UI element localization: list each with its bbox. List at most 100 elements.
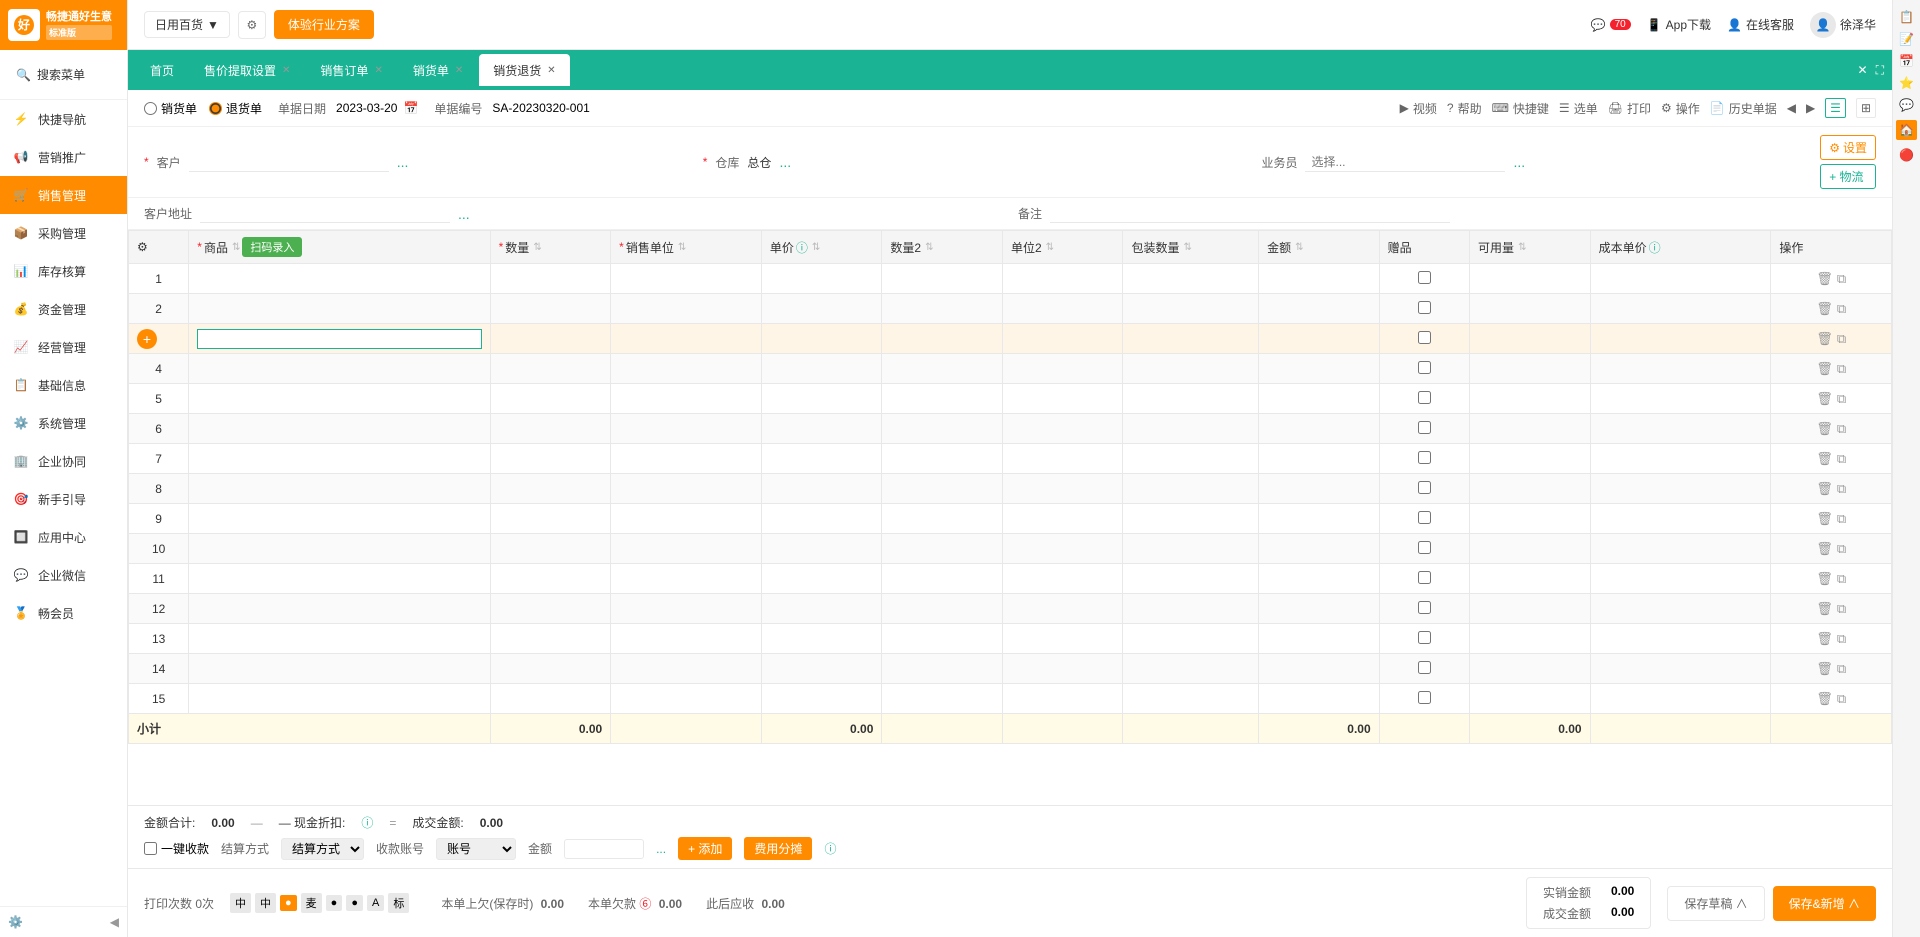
tab-sales-return[interactable]: 销货退货 ✕ [479, 54, 569, 86]
cost-price-info-icon[interactable]: ⓘ [1649, 239, 1661, 256]
sidebar-item-finance[interactable]: 💰 资金管理 [0, 290, 127, 328]
row-sales-unit-cell[interactable] [611, 264, 762, 294]
copy-row-btn[interactable]: ⧉ [1837, 601, 1846, 617]
sales-unit-sort-icon[interactable]: ⇅ [678, 242, 686, 253]
delete-row-btn[interactable]: 🗑 [1816, 511, 1833, 527]
sidebar-item-apps[interactable]: 🔲 应用中心 [0, 518, 127, 556]
delete-row-btn[interactable]: 🗑 [1816, 631, 1833, 647]
account-select[interactable]: 账号 [436, 838, 516, 860]
th-settings[interactable]: ⚙ [129, 231, 189, 264]
add-row-button[interactable]: + [137, 329, 157, 349]
quantity-sort-icon[interactable]: ⇅ [533, 242, 541, 253]
delete-row-btn[interactable]: 🗑 [1816, 451, 1833, 467]
row-unit2-cell[interactable] [1002, 324, 1123, 354]
sidebar-item-inventory[interactable]: 📊 库存核算 [0, 252, 127, 290]
fee-split-btn[interactable]: 费用分摊 [744, 837, 812, 860]
sidebar-item-operation[interactable]: 📈 经营管理 [0, 328, 127, 366]
copy-row-btn[interactable]: ⧉ [1837, 361, 1846, 377]
copy-row-btn[interactable]: ⧉ [1837, 301, 1846, 317]
right-sidebar-icon-active[interactable]: 🏠 [1896, 120, 1917, 140]
sidebar-item-purchase[interactable]: 📦 采购管理 [0, 214, 127, 252]
save-draft-button[interactable]: 保存草稿 ∧ [1667, 886, 1764, 921]
sidebar-item-system[interactable]: ⚙️ 系统管理 [0, 404, 127, 442]
row-pack-qty-cell[interactable] [1123, 264, 1259, 294]
calendar-icon[interactable]: 📅 [403, 101, 418, 115]
settings-button[interactable]: ⚙ [238, 11, 266, 39]
delete-row-btn[interactable]: 🗑 [1816, 361, 1833, 377]
row-gift-cell[interactable] [1379, 264, 1469, 294]
shortcut-btn[interactable]: ⌨ 快捷键 [1492, 100, 1549, 117]
tab-close-icon[interactable]: ✕ [282, 65, 290, 76]
delete-row-btn[interactable]: 🗑 [1816, 661, 1833, 677]
save-new-button[interactable]: 保存&新增 ∧ [1773, 886, 1876, 921]
message-action[interactable]: 💬 70 [1591, 18, 1631, 32]
copy-row-btn[interactable]: ⧉ [1837, 421, 1846, 437]
row-product-cell[interactable] [189, 264, 490, 294]
prev-record-icon[interactable]: ◀ [1787, 101, 1796, 115]
dots-more-btn[interactable]: ... [656, 842, 666, 856]
sales-invoice-radio-input[interactable] [144, 102, 157, 115]
experience-button[interactable]: 体验行业方案 [274, 10, 374, 39]
delete-row-btn[interactable]: 🗑 [1816, 391, 1833, 407]
delete-row-btn[interactable]: 🗑 [1816, 271, 1833, 287]
product-input-field[interactable] [197, 329, 481, 349]
row-amount-cell[interactable] [1259, 264, 1380, 294]
row-quantity2-cell[interactable] [882, 324, 1003, 354]
fee-info-icon[interactable]: ⓘ [824, 840, 836, 857]
row-pack-qty-cell[interactable] [1123, 324, 1259, 354]
row-quantity-cell[interactable] [490, 324, 611, 354]
sidebar-item-guide[interactable]: 🎯 新手引导 [0, 480, 127, 518]
video-btn[interactable]: ▶ 视频 [1400, 100, 1437, 117]
maximize-icon[interactable]: ⛶ [1876, 63, 1884, 78]
return-invoice-radio[interactable]: 退货单 [209, 100, 262, 117]
settings-small-btn[interactable]: ⚙ 设置 [1820, 135, 1876, 160]
copy-row-btn[interactable]: ⧉ [1837, 661, 1846, 677]
warehouse-dots-btn[interactable]: ... [779, 154, 791, 170]
row-amount-cell[interactable] [1259, 324, 1380, 354]
tab-home[interactable]: 首页 [136, 54, 188, 86]
sidebar-item-enterprise[interactable]: 🏢 企业协同 [0, 442, 127, 480]
help-btn[interactable]: ? 帮助 [1447, 100, 1482, 117]
tab-close-icon[interactable]: ✕ [455, 65, 463, 76]
discount-info-icon[interactable]: ⓘ [361, 814, 373, 831]
salesperson-dots-btn[interactable]: ... [1513, 154, 1525, 170]
row-sales-unit-cell[interactable] [611, 294, 762, 324]
delete-row-btn[interactable]: 🗑 [1816, 481, 1833, 497]
row-cost-price-cell[interactable] [1590, 324, 1771, 354]
row-cost-price-cell[interactable] [1590, 264, 1771, 294]
select-btn[interactable]: ☰ 选单 [1559, 100, 1598, 117]
row-sales-unit-cell[interactable] [611, 324, 762, 354]
sidebar-item-marketing[interactable]: 📢 营销推广 [0, 138, 127, 176]
delete-row-btn[interactable]: 🗑 [1816, 571, 1833, 587]
unit-price-info-icon[interactable]: ⓘ [796, 239, 808, 256]
copy-row-btn[interactable]: ⧉ [1837, 481, 1846, 497]
sidebar-item-basic-info[interactable]: 📋 基础信息 [0, 366, 127, 404]
right-sidebar-icon-1[interactable]: 📋 [1899, 10, 1914, 24]
copy-row-btn[interactable]: ⧉ [1837, 391, 1846, 407]
row-unit-price-cell[interactable] [761, 294, 882, 324]
right-sidebar-icon-2[interactable]: 📝 [1899, 32, 1914, 46]
sidebar-item-member[interactable]: 🏅 畅会员 [0, 594, 127, 632]
app-download-action[interactable]: 📱 App下载 [1647, 16, 1711, 33]
scan-barcode-btn[interactable]: 扫码录入 [242, 237, 302, 257]
copy-row-btn[interactable]: ⧉ [1837, 511, 1846, 527]
row-gift-cell[interactable] [1379, 294, 1469, 324]
right-sidebar-icon-4[interactable]: ⭐ [1899, 76, 1914, 90]
th-sort-icon[interactable]: ⇅ [232, 242, 240, 253]
tab-sales-order[interactable]: 销售订单 ✕ [306, 54, 396, 86]
detail-view-icon[interactable]: ⊞ [1856, 98, 1876, 118]
delete-row-btn[interactable]: 🗑 [1816, 331, 1833, 347]
history-btn[interactable]: 📄 历史单据 [1710, 100, 1777, 117]
copy-row-btn[interactable]: ⧉ [1837, 271, 1846, 287]
copy-row-btn[interactable]: ⧉ [1837, 541, 1846, 557]
operate-btn[interactable]: ⚙ 操作 [1661, 100, 1700, 117]
delete-row-btn[interactable]: 🗑 [1816, 541, 1833, 557]
close-tab-icon[interactable]: ✕ [1858, 63, 1868, 77]
customer-input[interactable] [189, 153, 389, 172]
copy-row-btn[interactable]: ⧉ [1837, 691, 1846, 707]
return-invoice-radio-input[interactable] [209, 102, 222, 115]
row-product-input-cell[interactable] [189, 324, 490, 354]
row-quantity2-cell[interactable] [882, 264, 1003, 294]
list-view-icon[interactable]: ☰ [1825, 98, 1846, 118]
tab-close-icon[interactable]: ✕ [547, 65, 555, 76]
